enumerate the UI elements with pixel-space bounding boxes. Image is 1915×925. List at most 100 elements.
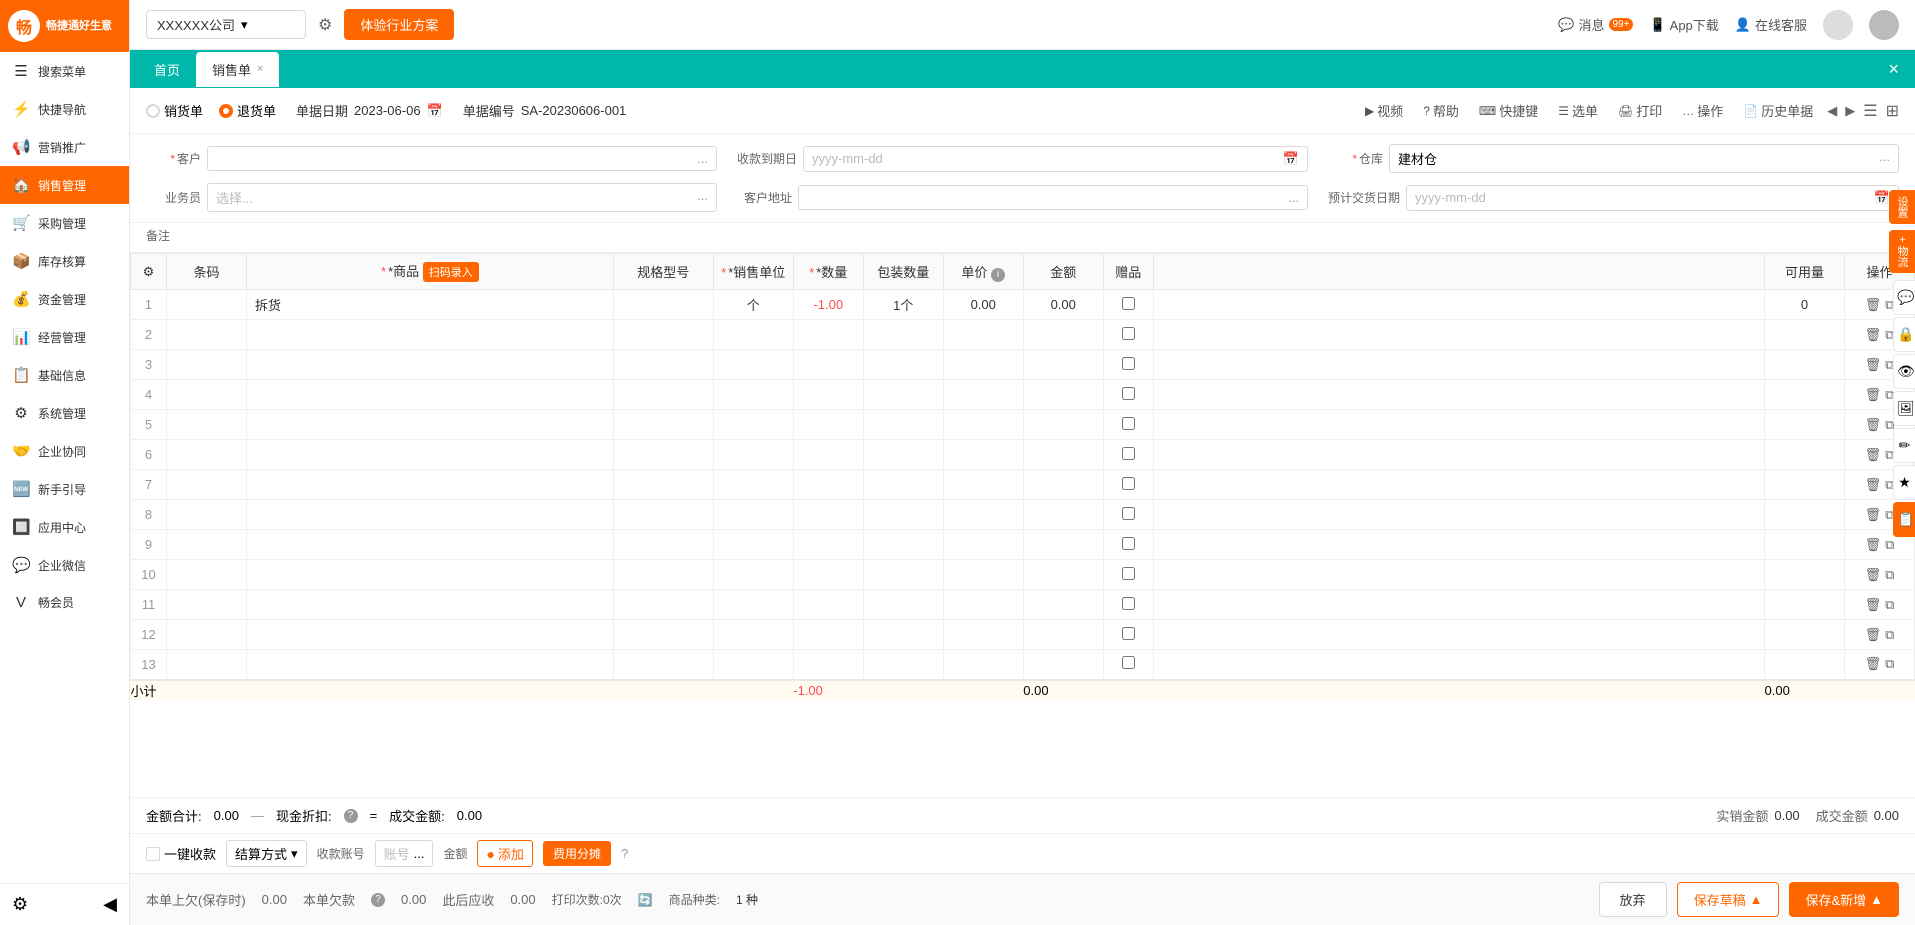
company-dropdown-icon[interactable]: ▾ — [241, 17, 248, 33]
account-dots[interactable]: ... — [414, 846, 425, 861]
cell-amount-8[interactable] — [1023, 530, 1103, 560]
cell-pkg-8[interactable] — [863, 530, 943, 560]
sidebar-item-apps[interactable]: 🔲应用中心 — [0, 508, 129, 546]
cell-gift-10[interactable] — [1103, 590, 1153, 620]
payment-help-icon[interactable]: ? — [621, 846, 628, 861]
product-type-icon[interactable]: 🔄 — [638, 893, 653, 907]
cell-price-5[interactable] — [943, 440, 1023, 470]
cell-product-2[interactable] — [247, 350, 614, 380]
copy-icon-9[interactable]: ⧉ — [1885, 567, 1894, 583]
th-settings[interactable]: ⚙ — [131, 254, 167, 290]
customer-address-dots[interactable]: ... — [1288, 190, 1299, 205]
cell-pkg-1[interactable] — [863, 320, 943, 350]
cell-spec-7[interactable] — [613, 500, 713, 530]
notes-input[interactable] — [176, 228, 1899, 243]
settings-gear-icon[interactable]: ⚙ — [143, 264, 155, 279]
cell-amount-6[interactable] — [1023, 470, 1103, 500]
scan-btn[interactable]: 扫码录入 — [423, 262, 479, 282]
copy-icon-12[interactable]: ⧉ — [1885, 656, 1894, 672]
cell-product-5[interactable] — [247, 440, 614, 470]
delete-icon-5[interactable]: 🗑 — [1865, 447, 1882, 463]
cell-pkg-10[interactable] — [863, 590, 943, 620]
delete-icon-11[interactable]: 🗑 — [1865, 627, 1882, 643]
cell-qty-11[interactable] — [793, 620, 863, 650]
copy-icon-8[interactable]: ⧉ — [1885, 537, 1894, 553]
one-click-checkbox[interactable] — [146, 847, 160, 861]
avatar[interactable] — [1823, 10, 1853, 40]
cell-unit-10[interactable] — [713, 590, 793, 620]
cell-qty-0[interactable]: -1.00 — [793, 290, 863, 320]
cell-qty-7[interactable] — [793, 500, 863, 530]
sidebar-item-marketing[interactable]: 📢营销推广 — [0, 128, 129, 166]
float-comment-btn[interactable]: 💬 — [1893, 280, 1915, 315]
cell-price-8[interactable] — [943, 530, 1023, 560]
cell-price-1[interactable] — [943, 320, 1023, 350]
delete-icon-2[interactable]: 🗑 — [1865, 357, 1882, 373]
cell-qty-12[interactable] — [793, 650, 863, 680]
delete-icon-4[interactable]: 🗑 — [1865, 417, 1882, 433]
cell-spec-4[interactable] — [613, 410, 713, 440]
save-draft-btn[interactable]: 保存草稿 ▲ — [1677, 882, 1780, 917]
payment-method-select[interactable]: 结算方式 ▾ — [226, 840, 307, 867]
cell-barcode-2[interactable] — [167, 350, 247, 380]
cell-price-11[interactable] — [943, 620, 1023, 650]
cell-barcode-8[interactable] — [167, 530, 247, 560]
operate-btn[interactable]: … 操作 — [1676, 98, 1729, 123]
app-download-btn[interactable]: 📱 App下载 — [1649, 15, 1718, 34]
one-click-payment[interactable]: 一键收款 — [146, 844, 216, 863]
cell-pkg-2[interactable] — [863, 350, 943, 380]
cell-price-6[interactable] — [943, 470, 1023, 500]
cell-spec-6[interactable] — [613, 470, 713, 500]
avatar2[interactable] — [1869, 10, 1899, 40]
cell-amount-7[interactable] — [1023, 500, 1103, 530]
cell-pkg-9[interactable] — [863, 560, 943, 590]
cell-gift-6[interactable] — [1103, 470, 1153, 500]
sidebar-item-quick-nav[interactable]: ⚡快捷导航 — [0, 90, 129, 128]
cell-barcode-12[interactable] — [167, 650, 247, 680]
gift-checkbox-9[interactable] — [1122, 567, 1135, 580]
cell-product-1[interactable] — [247, 320, 614, 350]
cell-price-0[interactable]: 0.00 — [943, 290, 1023, 320]
cell-spec-3[interactable] — [613, 380, 713, 410]
delete-icon-0[interactable]: 🗑 — [1865, 297, 1882, 313]
payment-date-input[interactable]: yyyy-mm-dd 📅 — [803, 146, 1308, 172]
cell-price-7[interactable] — [943, 500, 1023, 530]
sidebar-item-wechat[interactable]: 💬企业微信 — [0, 546, 129, 584]
cell-barcode-10[interactable] — [167, 590, 247, 620]
float-edit-btn[interactable]: ✏ — [1893, 428, 1915, 463]
cell-amount-11[interactable] — [1023, 620, 1103, 650]
radio-return[interactable]: 退货单 — [219, 101, 276, 120]
cell-price-9[interactable] — [943, 560, 1023, 590]
gift-checkbox-11[interactable] — [1122, 627, 1135, 640]
cell-qty-6[interactable] — [793, 470, 863, 500]
cell-product-11[interactable] — [247, 620, 614, 650]
grid-view-icon[interactable]: ⊞ — [1886, 101, 1899, 121]
cell-qty-2[interactable] — [793, 350, 863, 380]
cell-spec-2[interactable] — [613, 350, 713, 380]
cell-spec-11[interactable] — [613, 620, 713, 650]
cell-pkg-5[interactable] — [863, 440, 943, 470]
gift-checkbox-0[interactable] — [1122, 297, 1135, 310]
cell-spec-0[interactable] — [613, 290, 713, 320]
sidebar-item-business[interactable]: 📊经营管理 — [0, 318, 129, 356]
gift-checkbox-3[interactable] — [1122, 387, 1135, 400]
cell-qty-10[interactable] — [793, 590, 863, 620]
cell-price-2[interactable] — [943, 350, 1023, 380]
settings-icon[interactable]: ⚙ — [12, 894, 28, 915]
cell-pkg-7[interactable] — [863, 500, 943, 530]
gift-checkbox-8[interactable] — [1122, 537, 1135, 550]
calendar-icon[interactable]: 📅 — [427, 103, 443, 119]
cell-unit-2[interactable] — [713, 350, 793, 380]
cell-spec-9[interactable] — [613, 560, 713, 590]
calendar3-icon[interactable]: 📅 — [1874, 190, 1890, 206]
cell-product-9[interactable] — [247, 560, 614, 590]
sidebar-item-search[interactable]: ☰搜索菜单 — [0, 52, 129, 90]
float-image-btn[interactable]: 🖼 — [1893, 391, 1915, 426]
cell-gift-7[interactable] — [1103, 500, 1153, 530]
cell-product-12[interactable] — [247, 650, 614, 680]
salesperson-input[interactable]: 选择... ... — [207, 183, 717, 212]
sidebar-item-inventory[interactable]: 📦库存核算 — [0, 242, 129, 280]
cell-spec-5[interactable] — [613, 440, 713, 470]
cell-gift-8[interactable] — [1103, 530, 1153, 560]
save-new-btn[interactable]: 保存&新增 ▲ — [1789, 882, 1899, 917]
